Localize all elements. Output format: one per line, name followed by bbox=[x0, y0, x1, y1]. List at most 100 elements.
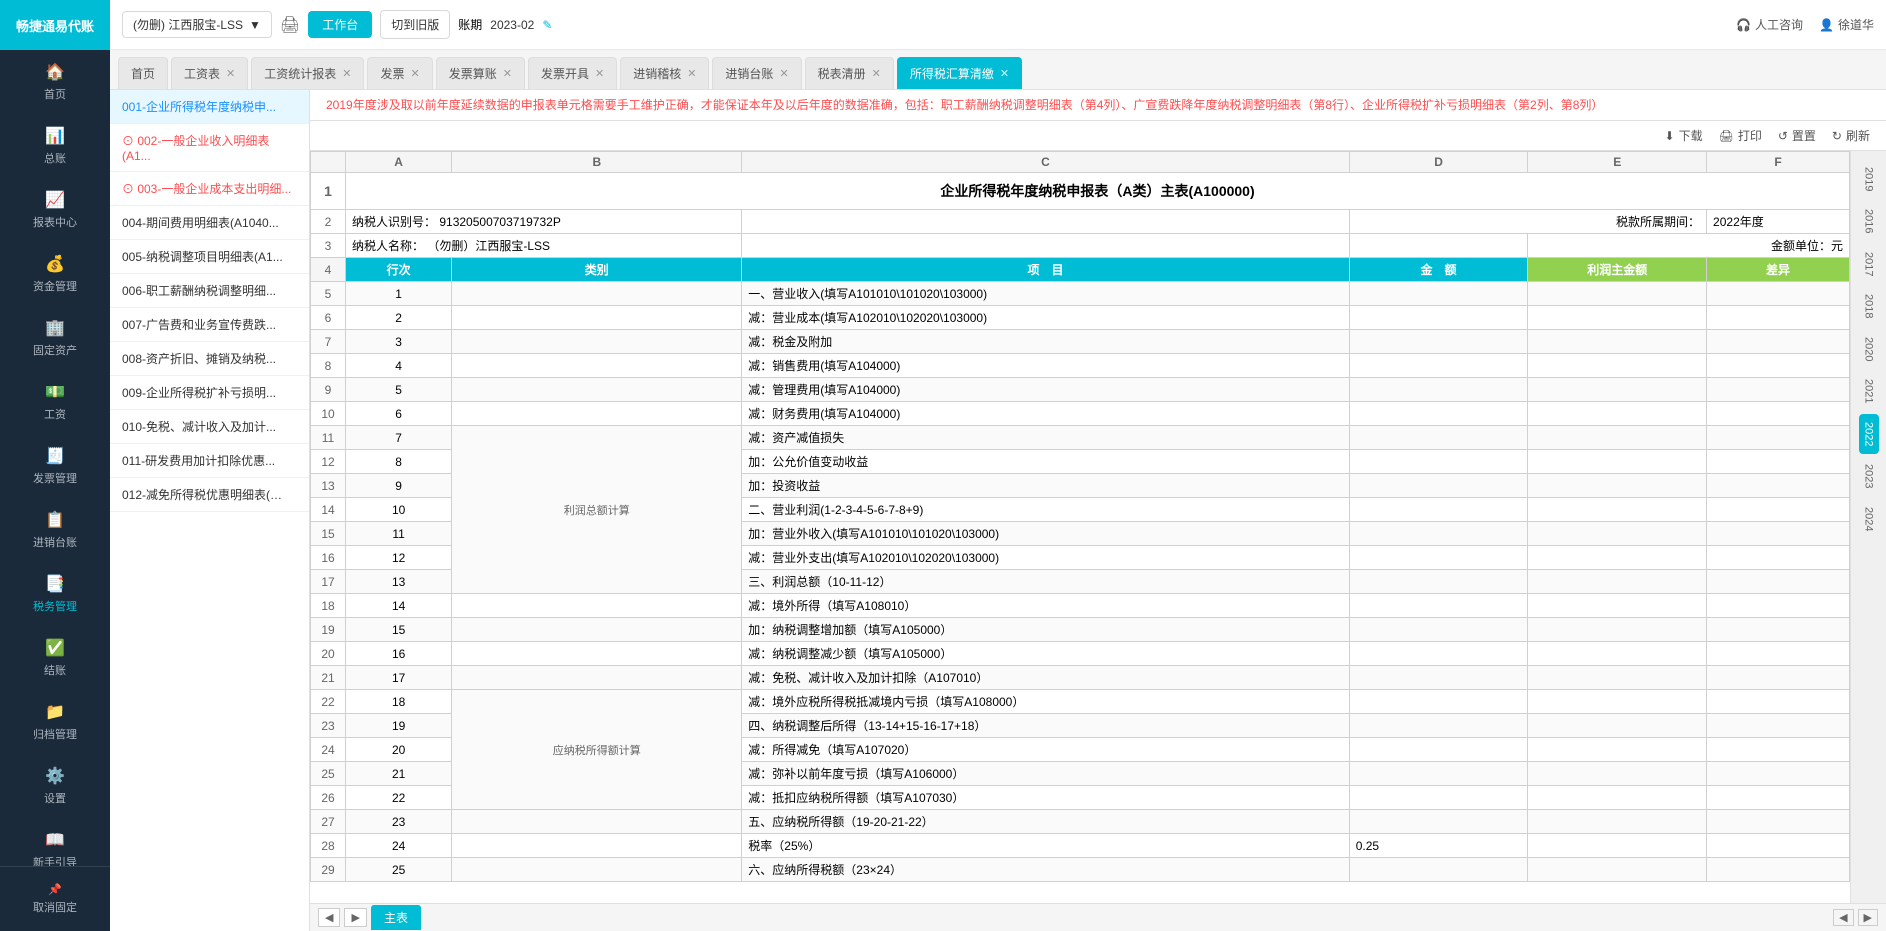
sidebar-item-assets[interactable]: 🏢 固定资产 bbox=[0, 306, 110, 370]
sidebar-item-ledger[interactable]: 📊 总账 bbox=[0, 114, 110, 178]
cell-chaye[interactable] bbox=[1707, 618, 1850, 642]
tab-tax-settle[interactable]: 所得税汇算清缴 ✕ bbox=[897, 57, 1022, 89]
cell-xingci[interactable]: 20 bbox=[346, 738, 452, 762]
cell-chaye[interactable] bbox=[1707, 570, 1850, 594]
cell-xingci[interactable]: 6 bbox=[346, 402, 452, 426]
cell-chaye[interactable] bbox=[1707, 354, 1850, 378]
cell-xiangmu[interactable]: 减：销售费用(填写A104000) bbox=[742, 354, 1349, 378]
close-icon[interactable]: ✕ bbox=[226, 67, 235, 80]
cell-chaye[interactable] bbox=[1707, 810, 1850, 834]
cell-leibie[interactable] bbox=[452, 330, 742, 354]
cell-quane[interactable]: 0.25 bbox=[1349, 834, 1528, 858]
cell-xingci[interactable]: 10 bbox=[346, 498, 452, 522]
cell-xiangmu[interactable]: 减：营业成本(填写A102010\102020\103000) bbox=[742, 306, 1349, 330]
cell-lirun[interactable] bbox=[1528, 306, 1707, 330]
close-icon[interactable]: ✕ bbox=[1000, 67, 1009, 80]
sub-nav-010[interactable]: 010-免税、减计收入及加计... bbox=[110, 410, 309, 444]
cell-chaye[interactable] bbox=[1707, 378, 1850, 402]
cell-lirun[interactable] bbox=[1528, 402, 1707, 426]
sub-nav-004[interactable]: 004-期间费用明细表(A1040... bbox=[110, 206, 309, 240]
cell-chaye[interactable] bbox=[1707, 642, 1850, 666]
cell-quane[interactable] bbox=[1349, 858, 1528, 882]
cell-leibie[interactable] bbox=[452, 834, 742, 858]
cell-xiangmu[interactable]: 五、应纳税所得额（19-20-21-22） bbox=[742, 810, 1349, 834]
cell-xiangmu[interactable]: 六、应纳所得税额（23×24） bbox=[742, 858, 1349, 882]
cell-xiangmu[interactable]: 加：纳税调整增加额（填写A105000） bbox=[742, 618, 1349, 642]
cell-lirun[interactable] bbox=[1528, 618, 1707, 642]
switch-old-button[interactable]: 切到旧版 bbox=[380, 10, 450, 39]
cell-xingci[interactable]: 5 bbox=[346, 378, 452, 402]
cell-chaye[interactable] bbox=[1707, 522, 1850, 546]
cell-leibie[interactable] bbox=[452, 858, 742, 882]
cell-xiangmu[interactable]: 二、营业利润(1-2-3-4-5-6-7-8+9) bbox=[742, 498, 1349, 522]
close-icon[interactable]: ✕ bbox=[503, 67, 512, 80]
scroll-left-icon[interactable]: ◀ bbox=[1833, 909, 1853, 926]
sub-nav-002[interactable]: ⊙ 002-一般企业收入明细表(A1... bbox=[110, 124, 309, 172]
cell-quane[interactable] bbox=[1349, 522, 1528, 546]
sub-nav-003[interactable]: ⊙ 003-一般企业成本支出明细... bbox=[110, 172, 309, 206]
year-2019[interactable]: 2019 bbox=[1859, 159, 1879, 199]
collapse-subnav-button[interactable]: ◀ bbox=[309, 491, 310, 531]
cell-quane[interactable] bbox=[1349, 306, 1528, 330]
sidebar-item-settings[interactable]: ⚙️ 设置 bbox=[0, 754, 110, 818]
user-avatar[interactable]: 👤 徐道华 bbox=[1819, 16, 1874, 33]
company-selector[interactable]: (勿删) 江西服宝-LSS ▼ bbox=[122, 11, 272, 38]
cell-chaye[interactable] bbox=[1707, 402, 1850, 426]
cell-xingci[interactable]: 2 bbox=[346, 306, 452, 330]
tab-invoice-issue[interactable]: 发票开具 ✕ bbox=[528, 57, 617, 89]
cell-xingci[interactable]: 19 bbox=[346, 714, 452, 738]
cell-leibie[interactable] bbox=[452, 354, 742, 378]
cell-xiangmu[interactable]: 加：公允价值变动收益 bbox=[742, 450, 1349, 474]
print-button[interactable]: 🖨 打印 bbox=[1719, 127, 1762, 144]
cell-xingci[interactable]: 17 bbox=[346, 666, 452, 690]
print-icon[interactable]: 🖨 bbox=[280, 15, 300, 35]
cell-lirun[interactable] bbox=[1528, 426, 1707, 450]
cell-xingci[interactable]: 24 bbox=[346, 834, 452, 858]
cell-chaye[interactable] bbox=[1707, 738, 1850, 762]
cell-chaye[interactable] bbox=[1707, 546, 1850, 570]
sidebar-item-home[interactable]: 🏠 首页 bbox=[0, 50, 110, 114]
cell-xiangmu[interactable]: 税率（25%） bbox=[742, 834, 1349, 858]
year-2016[interactable]: 2016 bbox=[1859, 201, 1879, 241]
cell-lirun[interactable] bbox=[1528, 282, 1707, 306]
year-2018[interactable]: 2018 bbox=[1859, 286, 1879, 326]
close-icon[interactable]: ✕ bbox=[595, 67, 604, 80]
cell-lirun[interactable] bbox=[1528, 834, 1707, 858]
tab-salary[interactable]: 工资表 ✕ bbox=[171, 57, 248, 89]
cell-quane[interactable] bbox=[1349, 594, 1528, 618]
download-button[interactable]: ⬇ 下载 bbox=[1665, 127, 1703, 144]
cell-chaye[interactable] bbox=[1707, 306, 1850, 330]
tab-invoice-calc[interactable]: 发票算账 ✕ bbox=[436, 57, 525, 89]
cell-lirun[interactable] bbox=[1528, 714, 1707, 738]
sidebar-item-purchase[interactable]: 📋 进销台账 bbox=[0, 498, 110, 562]
sidebar-item-guide[interactable]: 📖 新手引导 bbox=[0, 818, 110, 866]
cell-chaye[interactable] bbox=[1707, 858, 1850, 882]
sub-nav-006[interactable]: 006-职工薪酬纳税调整明细... bbox=[110, 274, 309, 308]
sub-nav-011[interactable]: 011-研发费用加计扣除优惠... bbox=[110, 444, 309, 478]
tab-purchase-ledger[interactable]: 进销台账 ✕ bbox=[712, 57, 801, 89]
sheet-tab-main[interactable]: 主表 bbox=[371, 905, 421, 930]
cell-leibie[interactable] bbox=[452, 642, 742, 666]
refresh-button[interactable]: ↻ 刷新 bbox=[1832, 127, 1870, 144]
cell-chaye[interactable] bbox=[1707, 498, 1850, 522]
cell-chaye[interactable] bbox=[1707, 690, 1850, 714]
sidebar-item-report[interactable]: 📈 报表中心 bbox=[0, 178, 110, 242]
user-service-button[interactable]: 🎧 人工咨询 bbox=[1736, 16, 1803, 33]
tab-purchase-check[interactable]: 进销稽核 ✕ bbox=[620, 57, 709, 89]
year-2021[interactable]: 2021 bbox=[1859, 371, 1879, 411]
sub-nav-008[interactable]: 008-资产折旧、摊销及纳税... bbox=[110, 342, 309, 376]
tab-invoice[interactable]: 发票 ✕ bbox=[367, 57, 432, 89]
cell-xiangmu[interactable]: 减：所得减免（填写A107020） bbox=[742, 738, 1349, 762]
cell-xiangmu[interactable]: 一、营业收入(填写A101010\101020\103000) bbox=[742, 282, 1349, 306]
year-2020[interactable]: 2020 bbox=[1859, 329, 1879, 369]
sheet-prev-button[interactable]: ◀ bbox=[318, 908, 340, 927]
cell-chaye[interactable] bbox=[1707, 714, 1850, 738]
cell-quane[interactable] bbox=[1349, 354, 1528, 378]
cell-leibie[interactable] bbox=[452, 402, 742, 426]
sidebar-item-archive[interactable]: 📁 归档管理 bbox=[0, 690, 110, 754]
cell-chaye[interactable] bbox=[1707, 474, 1850, 498]
sheet-next-button[interactable]: ▶ bbox=[344, 908, 366, 927]
close-icon[interactable]: ✕ bbox=[411, 67, 420, 80]
cell-lirun[interactable] bbox=[1528, 594, 1707, 618]
cell-leibie[interactable] bbox=[452, 810, 742, 834]
